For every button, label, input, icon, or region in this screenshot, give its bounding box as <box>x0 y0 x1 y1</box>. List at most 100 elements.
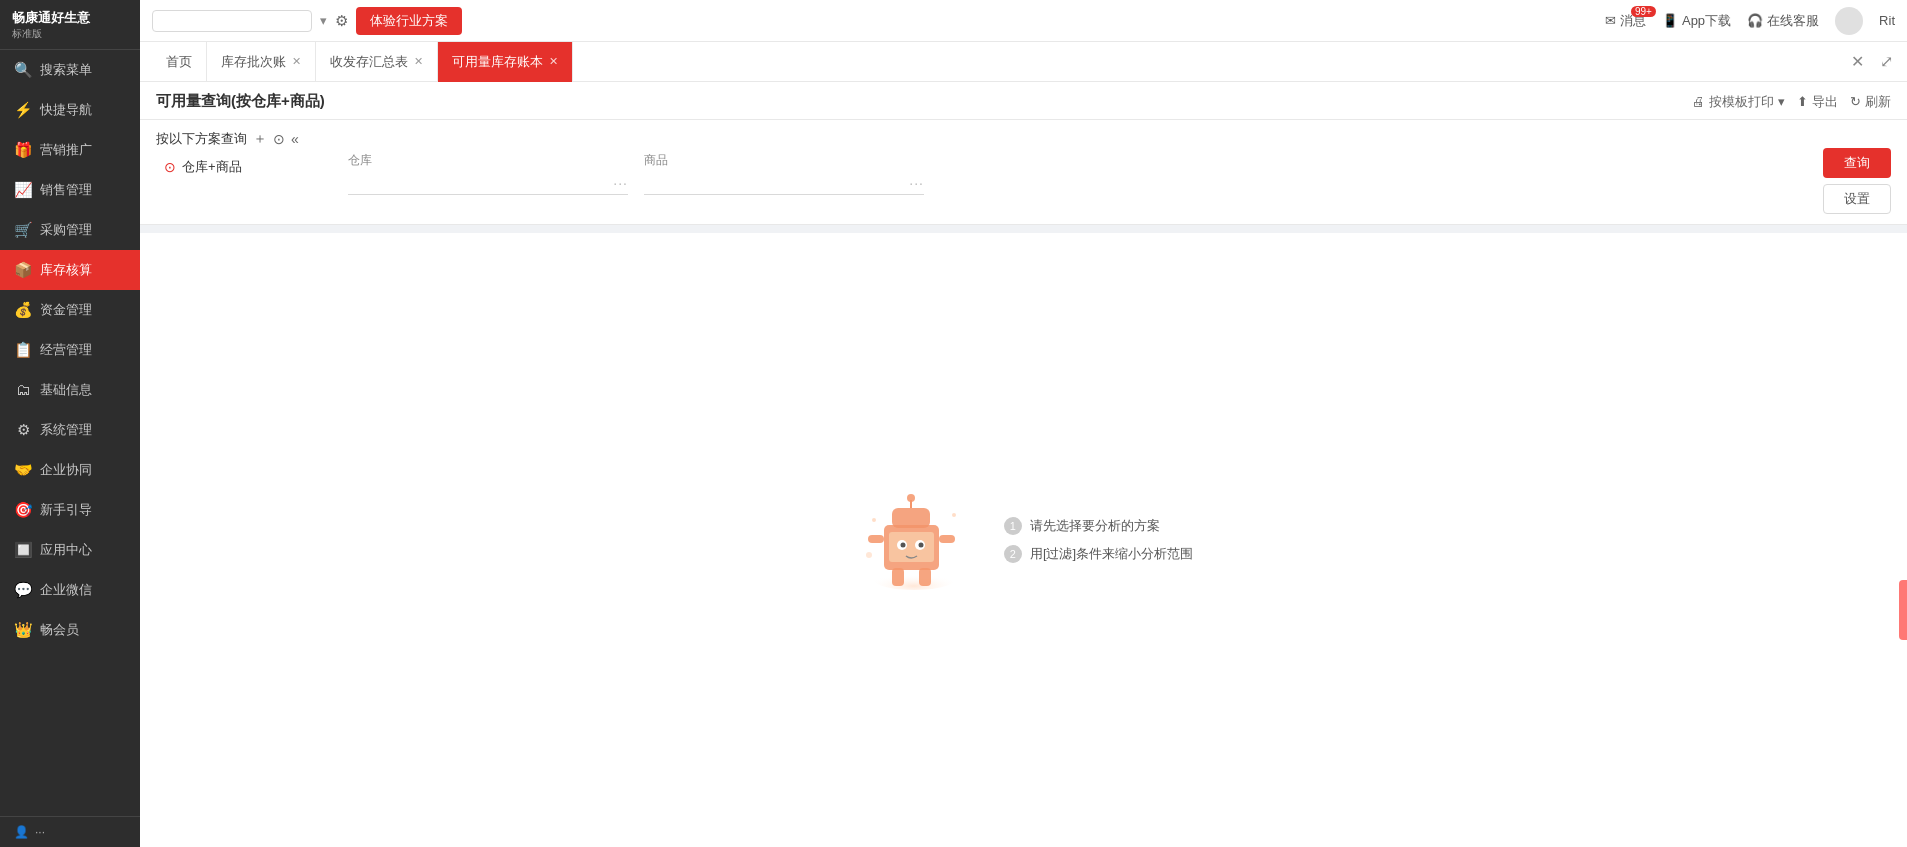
topbar-right: ✉ 消息 99+ 📱 App下载 🎧 在线客服 Rit <box>1605 7 1895 35</box>
tip-num-2: 2 <box>1004 545 1022 563</box>
goods-label: 商品 <box>644 152 924 169</box>
sidebar-label-sales: 销售管理 <box>40 181 92 199</box>
print-dropdown-icon[interactable]: ▾ <box>1778 94 1785 109</box>
sidebar-item-newbie[interactable]: 🎯 新手引导 <box>0 490 140 530</box>
warehouse-input[interactable] <box>348 176 609 191</box>
message-icon: ✉ <box>1605 13 1616 28</box>
username[interactable]: Rit <box>1879 13 1895 28</box>
empty-tip-1: 1 请先选择要分析的方案 <box>1004 517 1193 535</box>
page-header: 可用量查询(按仓库+商品) 🖨 按模板打印 ▾ ⬆ 导出 ↻ 刷新 <box>140 82 1907 120</box>
goods-input[interactable] <box>644 176 905 191</box>
sidebar-label-enterprise: 企业协同 <box>40 461 92 479</box>
svg-rect-9 <box>892 568 904 586</box>
message-btn[interactable]: ✉ 消息 99+ <box>1605 12 1646 30</box>
topbar-search-box[interactable] <box>152 10 312 32</box>
scheme-item-warehouse-goods[interactable]: ⊙ 仓库+商品 <box>156 154 336 180</box>
export-btn[interactable]: ⬆ 导出 <box>1797 93 1838 111</box>
warehouse-label: 仓库 <box>348 152 628 169</box>
tab-batch-account[interactable]: 库存批次账 ✕ <box>207 42 316 82</box>
print-label: 按模板打印 <box>1709 93 1774 111</box>
sidebar-label-wechat: 企业微信 <box>40 581 92 599</box>
settings-btn[interactable]: 设置 <box>1823 184 1891 214</box>
cart-icon: 🛒 <box>14 221 32 239</box>
handshake-icon: 🤝 <box>14 461 32 479</box>
sidebar-label-search: 搜索菜单 <box>40 61 92 79</box>
sidebar-item-marketing[interactable]: 🎁 营销推广 <box>0 130 140 170</box>
svg-point-6 <box>918 543 923 548</box>
topbar-gear-btn[interactable]: ⚙ <box>335 12 348 30</box>
sidebar-item-wechat[interactable]: 💬 企业微信 <box>0 570 140 610</box>
message-badge: 99+ <box>1631 6 1656 17</box>
tab-available-ledger[interactable]: 可用量库存账本 ✕ <box>438 42 573 82</box>
goods-field: 商品 ··· <box>644 152 924 195</box>
sidebar-item-inventory[interactable]: 📦 库存核算 <box>0 250 140 290</box>
sidebar-bottom-label: ··· <box>35 825 45 839</box>
sidebar-item-system[interactable]: ⚙ 系统管理 <box>0 410 140 450</box>
filter-scheme-panel: 按以下方案查询 ＋ ⊙ « ⊙ 仓库+商品 <box>156 130 336 180</box>
svg-rect-11 <box>892 508 930 528</box>
tabbar-end: ✕ ⤢ <box>1845 50 1907 73</box>
topbar-dropdown-btn[interactable]: ▾ <box>320 13 327 28</box>
scheme-collapse-btn[interactable]: « <box>291 131 299 147</box>
svg-point-5 <box>900 543 905 548</box>
tab-home[interactable]: 首页 <box>152 42 207 82</box>
scheme-add-btn[interactable]: ＋ <box>253 130 267 148</box>
chat-icon: 💬 <box>14 581 32 599</box>
refresh-btn[interactable]: ↻ 刷新 <box>1850 93 1891 111</box>
sidebar-item-search[interactable]: 🔍 搜索菜单 <box>0 50 140 90</box>
svg-point-14 <box>872 518 876 522</box>
online-service-btn[interactable]: 🎧 在线客服 <box>1747 12 1819 30</box>
topbar: ▾ ⚙ 体验行业方案 ✉ 消息 99+ 📱 App下载 🎧 在线客服 Rit <box>140 0 1907 42</box>
tabbar-close-btn[interactable]: ✕ <box>1845 50 1870 73</box>
sidebar-item-enterprise[interactable]: 🤝 企业协同 <box>0 450 140 490</box>
query-btn[interactable]: 查询 <box>1823 148 1891 178</box>
sidebar-bottom[interactable]: 👤 ··· <box>0 816 140 847</box>
right-scroll-indicator <box>1899 580 1907 640</box>
sidebar-item-basic[interactable]: 🗂 基础信息 <box>0 370 140 410</box>
svg-point-15 <box>952 513 956 517</box>
tab-batch-label: 库存批次账 <box>221 53 286 71</box>
lightning-icon: ⚡ <box>14 101 32 119</box>
tab-receive-close[interactable]: ✕ <box>414 56 423 67</box>
empty-tips: 1 请先选择要分析的方案 2 用[过滤]条件来缩小分析范围 <box>1004 517 1193 563</box>
sidebar-menu: 🔍 搜索菜单 ⚡ 快捷导航 🎁 营销推广 📈 销售管理 🛒 采购管理 📦 库存核… <box>0 50 140 816</box>
sidebar-item-purchase[interactable]: 🛒 采购管理 <box>0 210 140 250</box>
tab-batch-close[interactable]: ✕ <box>292 56 301 67</box>
warehouse-more-btn[interactable]: ··· <box>613 175 628 191</box>
tabbar: 首页 库存批次账 ✕ 收发存汇总表 ✕ 可用量库存账本 ✕ ✕ ⤢ <box>140 42 1907 82</box>
print-btn[interactable]: 🖨 按模板打印 ▾ <box>1692 93 1785 111</box>
app-name: 畅康通好生意 <box>12 10 128 27</box>
trial-btn[interactable]: 体验行业方案 <box>356 7 462 35</box>
user-icon: 👤 <box>14 825 29 839</box>
headset-icon: 🎧 <box>1747 13 1763 28</box>
tab-available-close[interactable]: ✕ <box>549 56 558 67</box>
goods-more-btn[interactable]: ··· <box>909 175 924 191</box>
sidebar-label-basic: 基础信息 <box>40 381 92 399</box>
svg-rect-7 <box>868 535 884 543</box>
page-header-actions: 🖨 按模板打印 ▾ ⬆ 导出 ↻ 刷新 <box>1692 93 1891 111</box>
app-download-btn[interactable]: 📱 App下载 <box>1662 12 1731 30</box>
scheme-settings-btn[interactable]: ⊙ <box>273 131 285 147</box>
sidebar-label-appcenter: 应用中心 <box>40 541 92 559</box>
tab-receive-summary[interactable]: 收发存汇总表 ✕ <box>316 42 438 82</box>
sidebar-item-finance[interactable]: 💰 资金管理 <box>0 290 140 330</box>
apps-icon: 🔲 <box>14 541 32 559</box>
sidebar-item-member[interactable]: 👑 畅会员 <box>0 610 140 650</box>
sidebar-label-shortcut: 快捷导航 <box>40 101 92 119</box>
topbar-search-input[interactable] <box>161 14 281 28</box>
sidebar-label-finance: 资金管理 <box>40 301 92 319</box>
sidebar-item-operation[interactable]: 📋 经营管理 <box>0 330 140 370</box>
sidebar-label-newbie: 新手引导 <box>40 501 92 519</box>
filter-scheme-header: 按以下方案查询 ＋ ⊙ « <box>156 130 336 148</box>
tip-text-2: 用[过滤]条件来缩小分析范围 <box>1030 545 1193 563</box>
tab-receive-label: 收发存汇总表 <box>330 53 408 71</box>
sidebar-item-appcenter[interactable]: 🔲 应用中心 <box>0 530 140 570</box>
filter-actions: 查询 设置 <box>1823 130 1891 214</box>
print-icon: 🖨 <box>1692 94 1705 109</box>
tab-available-label: 可用量库存账本 <box>452 53 543 71</box>
sidebar-item-shortcut[interactable]: ⚡ 快捷导航 <box>0 90 140 130</box>
tabbar-expand-btn[interactable]: ⤢ <box>1874 50 1899 73</box>
service-label: 在线客服 <box>1767 12 1819 30</box>
sidebar-item-sales[interactable]: 📈 销售管理 <box>0 170 140 210</box>
sidebar-label-operation: 经营管理 <box>40 341 92 359</box>
